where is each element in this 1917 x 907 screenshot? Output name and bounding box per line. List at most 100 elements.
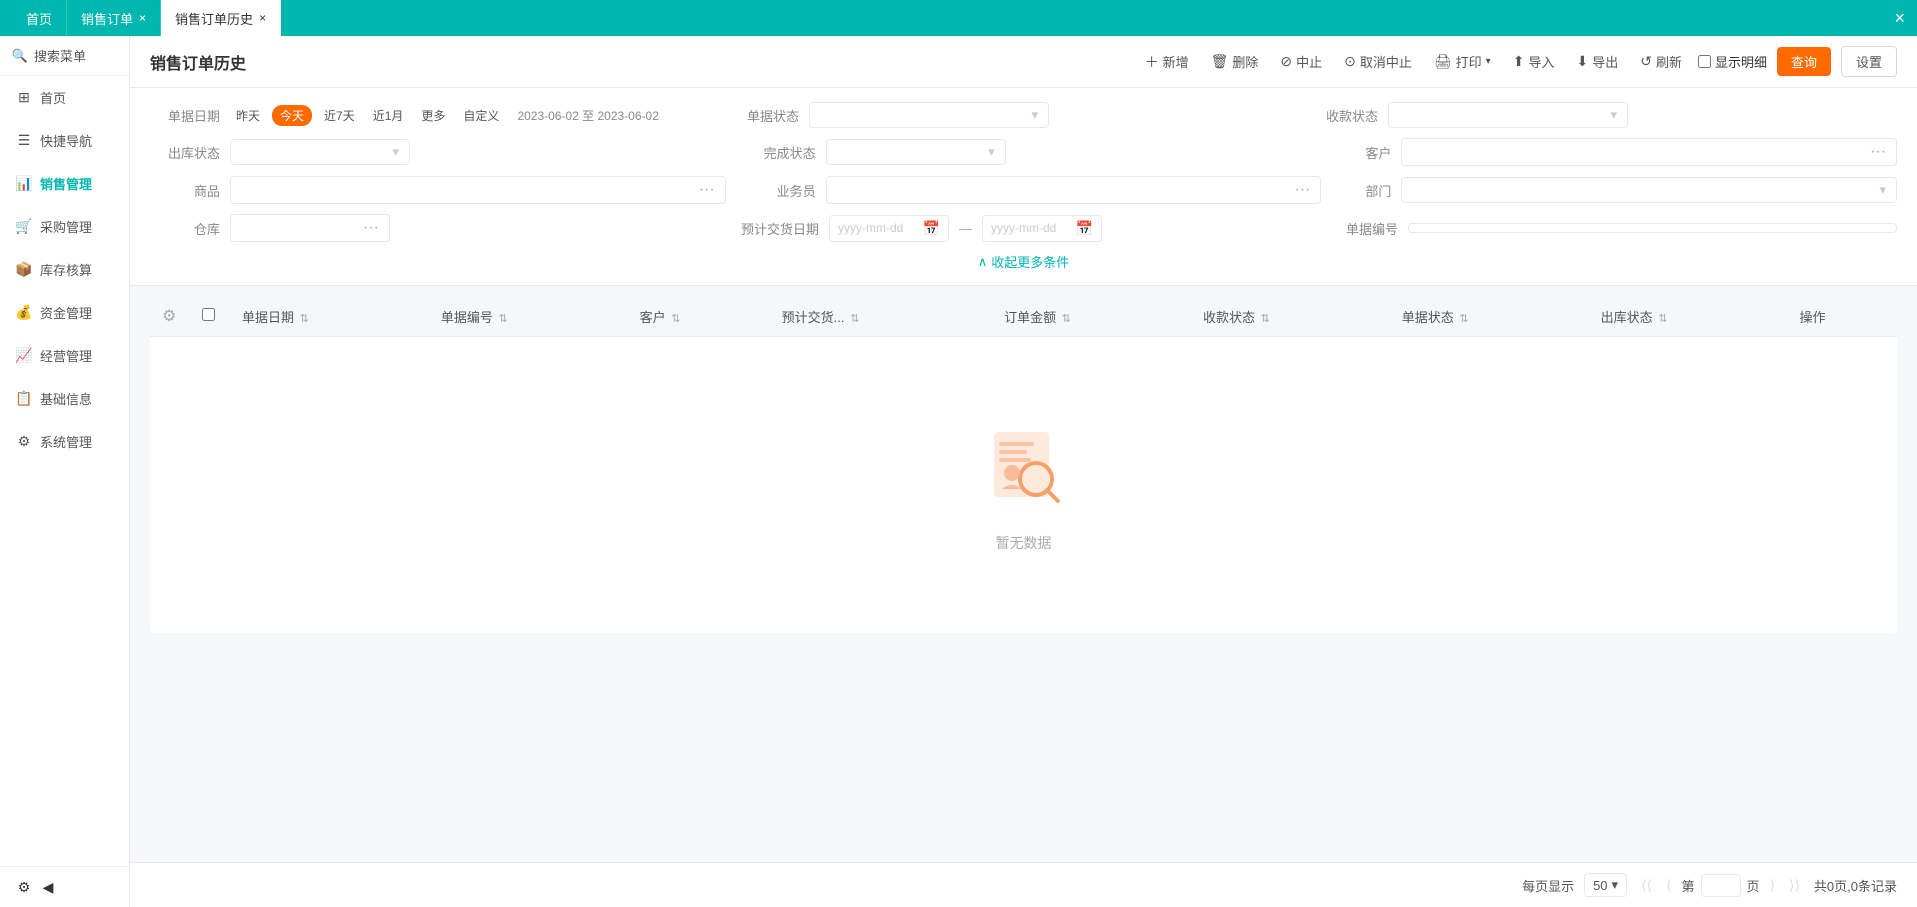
collapse-icon[interactable]: ◀ [40,879,56,895]
date-separator: — [959,221,972,236]
date-from-placeholder: yyyy-mm-dd [838,221,903,235]
salesperson-input[interactable]: ··· [826,176,1322,204]
sidebar-search-label: 搜索菜单 [34,46,86,65]
page-first-button[interactable]: ⟨⟨ [1637,875,1656,896]
expected-date-to[interactable]: yyyy-mm-dd 📅 [982,215,1102,242]
outbound-status-select[interactable]: ▾ [230,139,410,165]
import-button[interactable]: ⬆ 导入 [1507,48,1561,75]
table-settings-button[interactable]: ⚙ [162,308,176,325]
completion-status-label: 完成状态 [756,143,826,162]
sidebar-item-system[interactable]: ⚙ 系统管理 [0,420,129,463]
main-content: 销售订单历史 ＋ 新增 🗑 删除 ⊘ 中止 ⊙ 取消中止 [130,36,1917,907]
page-word: 第 [1681,876,1694,895]
display-columns-toggle[interactable]: 显示明细 [1698,52,1767,71]
tab-sales-order-history[interactable]: 销售订单历史 × [161,0,281,36]
finance-icon: 💰 [16,305,32,321]
cancel-stop-icon: ⊙ [1344,53,1356,70]
warehouse-dots[interactable]: ··· [363,219,379,237]
sidebar-item-home[interactable]: ⊞ 首页 [0,76,129,119]
page-number-input[interactable]: 1 [1701,874,1741,897]
page-next-button[interactable]: ⟩ [1766,875,1779,896]
department-label: 部门 [1351,181,1401,200]
date-tag-more[interactable]: 更多 [415,105,451,126]
sort-payment-status-icon[interactable]: ⇅ [1261,313,1270,325]
order-status-select[interactable]: ▾ [809,102,1049,128]
new-label: 新增 [1163,52,1189,71]
warehouse-field: ··· [230,214,719,242]
tab-sales-order-close[interactable]: × [139,11,146,25]
query-button[interactable]: 查询 [1777,47,1831,76]
sort-order-no-icon[interactable]: ⇅ [498,313,507,325]
page-size-select[interactable]: 50 ▾ [1584,873,1627,897]
completion-status-select[interactable]: ▾ [826,139,1006,165]
date-tag-7days[interactable]: 近7天 [318,105,361,126]
sidebar-item-inventory[interactable]: 📦 库存核算 [0,248,129,291]
col-payment-status-label: 收款状态 [1203,310,1255,325]
settings-bottom-icon[interactable]: ⚙ [16,879,32,895]
department-arrow: ▾ [1879,182,1886,198]
sort-expected-date-icon[interactable]: ⇅ [850,313,859,325]
page-last-button[interactable]: ⟩⟩ [1785,875,1804,896]
product-dots[interactable]: ··· [699,181,715,199]
sort-outbound-status-icon[interactable]: ⇅ [1658,313,1667,325]
order-no-input[interactable] [1408,223,1897,233]
tab-sales-order-history-close[interactable]: × [259,11,266,25]
home-icon: ⊞ [16,90,32,106]
department-field: ▾ [1401,177,1897,203]
sort-order-status-icon[interactable]: ⇅ [1459,313,1468,325]
page-header: 销售订单历史 ＋ 新增 🗑 删除 ⊘ 中止 ⊙ 取消中止 [130,36,1917,88]
page-prev-button[interactable]: ⟨ [1662,875,1675,896]
settings-button[interactable]: 设置 [1841,46,1897,77]
sidebar-item-purchase-mgmt[interactable]: 🛒 采购管理 [0,205,129,248]
sidebar-item-quick-nav[interactable]: ☰ 快捷导航 [0,119,129,162]
sidebar-item-sales-mgmt[interactable]: 📊 销售管理 [0,162,129,205]
display-columns-checkbox[interactable] [1698,55,1711,68]
col-amount-label: 订单金额 [1004,310,1056,325]
tab-sales-order[interactable]: 销售订单 × [67,0,161,36]
tab-sales-order-label: 销售订单 [81,9,133,28]
date-tag-1month[interactable]: 近1月 [367,105,410,126]
payment-status-field: ▾ [1388,102,1897,128]
sidebar-item-basic-info[interactable]: 📋 基础信息 [0,377,129,420]
stop-button[interactable]: ⊘ 中止 [1274,48,1328,75]
cancel-stop-label: 取消中止 [1360,52,1412,71]
date-tag-yesterday[interactable]: 昨天 [230,105,266,126]
product-input[interactable]: ··· [230,176,726,204]
date-to-placeholder: yyyy-mm-dd [991,221,1056,235]
col-customer-label: 客户 [640,310,666,325]
table-area: ⚙ 单据日期 ⇅ 单据编号 ⇅ [130,286,1917,862]
refresh-button[interactable]: ↺ 刷新 [1634,48,1688,75]
date-tag-custom[interactable]: 自定义 [457,105,505,126]
tab-home[interactable]: 首页 [12,0,67,36]
sidebar-item-operations[interactable]: 📈 经营管理 [0,334,129,377]
sort-amount-icon[interactable]: ⇅ [1062,313,1071,325]
customer-dots[interactable]: ··· [1870,143,1886,161]
warehouse-input[interactable]: ··· [230,214,390,242]
sidebar-label-inventory: 库存核算 [40,260,92,279]
collapse-button[interactable]: ∧ 收起更多条件 [978,252,1070,271]
department-select[interactable]: ▾ [1401,177,1897,203]
salesperson-dots[interactable]: ··· [1294,181,1310,199]
window-close-button[interactable]: × [1894,8,1905,29]
print-button[interactable]: 🖨 打印 ▾ [1428,48,1497,75]
delete-button[interactable]: 🗑 删除 [1205,48,1265,75]
sidebar-item-finance[interactable]: 💰 资金管理 [0,291,129,334]
sort-customer-icon[interactable]: ⇅ [671,313,680,325]
sidebar-label-basic-info: 基础信息 [40,389,92,408]
export-button[interactable]: ⬇ 导出 [1570,48,1624,75]
col-date: 单据日期 ⇅ [230,296,429,337]
col-operation: 操作 [1787,296,1897,337]
sidebar-search[interactable]: 🔍 搜索菜单 [0,36,129,76]
new-button[interactable]: ＋ 新增 [1139,48,1195,76]
filter-row-3: 商品 ··· 业务员 ··· 部门 [150,176,1897,204]
cancel-stop-button[interactable]: ⊙ 取消中止 [1338,48,1418,75]
filter-row-1: 单据日期 昨天 今天 近7天 近1月 更多 自定义 2023-06-02 至 2… [150,102,1897,128]
date-tag-today[interactable]: 今天 [272,105,312,126]
customer-input[interactable]: ··· [1401,138,1897,166]
stop-icon: ⊘ [1280,53,1292,70]
sort-date-icon[interactable]: ⇅ [300,313,309,325]
payment-status-select[interactable]: ▾ [1388,102,1628,128]
order-status-arrow: ▾ [1031,107,1038,123]
expected-date-from[interactable]: yyyy-mm-dd 📅 [829,215,949,242]
select-all-checkbox[interactable] [202,308,215,321]
